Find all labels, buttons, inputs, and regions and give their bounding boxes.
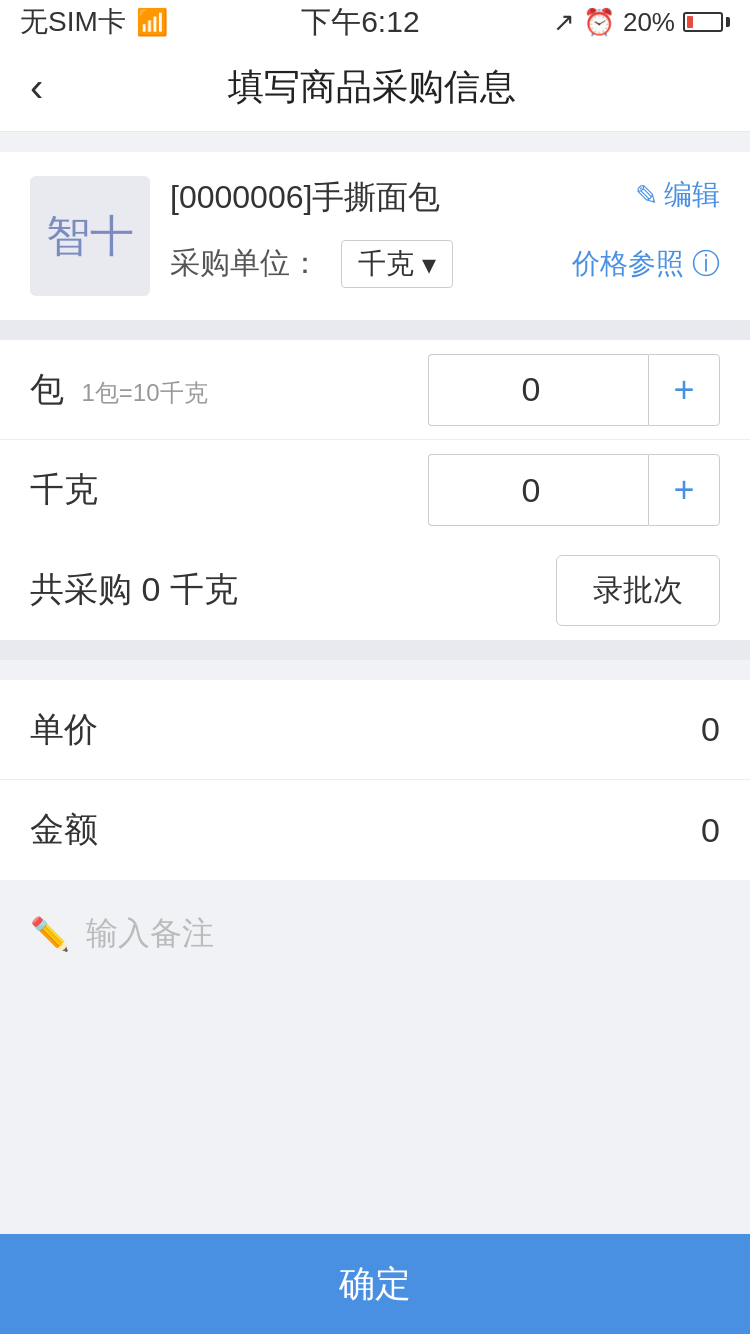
divider-1 <box>0 320 750 340</box>
unit-value: 千克 <box>358 245 414 283</box>
wifi-icon: 📶 <box>136 7 168 38</box>
amount-label: 金额 <box>30 807 98 853</box>
pack-plus-button[interactable]: + <box>648 354 720 426</box>
amount-value: 0 <box>701 811 720 850</box>
location-icon: ↗ <box>553 7 575 38</box>
confirm-button[interactable]: 确定 <box>339 1260 411 1309</box>
total-row: 共采购 0 千克 录批次 <box>0 540 750 640</box>
product-info: [0000006]手撕面包 ✎ 编辑 采购单位： 千克 ▾ 价格参照 ⓘ <box>170 176 720 288</box>
kg-input[interactable] <box>428 454 648 526</box>
total-value: 0 <box>141 570 160 608</box>
amount-row: 金额 0 <box>0 780 750 880</box>
total-unit: 千克 <box>170 570 238 608</box>
kg-label: 千克 <box>30 467 210 513</box>
total-label: 共采购 0 千克 <box>30 567 238 613</box>
pack-input-row: 包 1包=10千克 + <box>0 340 750 440</box>
status-left: 无SIM卡 📶 <box>20 3 168 41</box>
status-time: 下午6:12 <box>301 2 419 43</box>
page-title: 填写商品采购信息 <box>63 63 680 112</box>
battery-percent: 20% <box>623 7 675 38</box>
edit-button[interactable]: ✎ 编辑 <box>635 176 720 214</box>
product-logo: 智十 <box>46 214 134 258</box>
price-ref-button[interactable]: 价格参照 ⓘ <box>572 245 720 283</box>
pack-label: 包 1包=10千克 <box>30 367 210 413</box>
divider-2 <box>0 640 750 660</box>
nav-bar: ‹ 填写商品采购信息 <box>0 44 750 132</box>
alarm-icon: ⏰ <box>583 7 615 38</box>
pack-sublabel: 1包=10千克 <box>81 379 207 406</box>
product-image: 智十 <box>30 176 150 296</box>
pencil-icon: ✏️ <box>30 915 70 953</box>
price-ref-label: 价格参照 <box>572 245 684 283</box>
product-name: [0000006]手撕面包 <box>170 176 440 220</box>
pack-input[interactable] <box>428 354 648 426</box>
price-amount-section: 单价 0 金额 0 <box>0 680 750 880</box>
notes-section[interactable]: ✏️ 输入备注 <box>0 882 750 986</box>
product-header: [0000006]手撕面包 ✎ 编辑 <box>170 176 720 220</box>
confirm-bar[interactable]: 确定 <box>0 1234 750 1334</box>
battery-icon <box>683 12 730 32</box>
question-icon: ⓘ <box>692 245 720 283</box>
status-right: ↗ ⏰ 20% <box>553 7 730 38</box>
price-label: 单价 <box>30 707 98 753</box>
kg-input-wrap: + <box>210 454 720 526</box>
edit-icon: ✎ <box>635 179 658 212</box>
product-unit-row: 采购单位： 千克 ▾ 价格参照 ⓘ <box>170 240 720 288</box>
unit-info: 采购单位： 千克 ▾ <box>170 240 453 288</box>
unit-select[interactable]: 千克 ▾ <box>341 240 453 288</box>
edit-label: 编辑 <box>664 176 720 214</box>
price-value: 0 <box>701 710 720 749</box>
carrier-text: 无SIM卡 <box>20 3 126 41</box>
back-button[interactable]: ‹ <box>30 65 43 110</box>
input-section: 包 1包=10千克 + 千克 + <box>0 340 750 540</box>
notes-placeholder: 输入备注 <box>86 912 214 956</box>
record-batch-button[interactable]: 录批次 <box>556 555 720 626</box>
kg-input-row: 千克 + <box>0 440 750 540</box>
product-card: 智十 [0000006]手撕面包 ✎ 编辑 采购单位： 千克 ▾ 价格参照 ⓘ <box>0 152 750 320</box>
price-row: 单价 0 <box>0 680 750 780</box>
chevron-down-icon: ▾ <box>422 248 436 281</box>
status-bar: 无SIM卡 📶 下午6:12 ↗ ⏰ 20% <box>0 0 750 44</box>
unit-label: 采购单位： <box>170 246 320 279</box>
kg-plus-button[interactable]: + <box>648 454 720 526</box>
pack-input-wrap: + <box>210 354 720 426</box>
